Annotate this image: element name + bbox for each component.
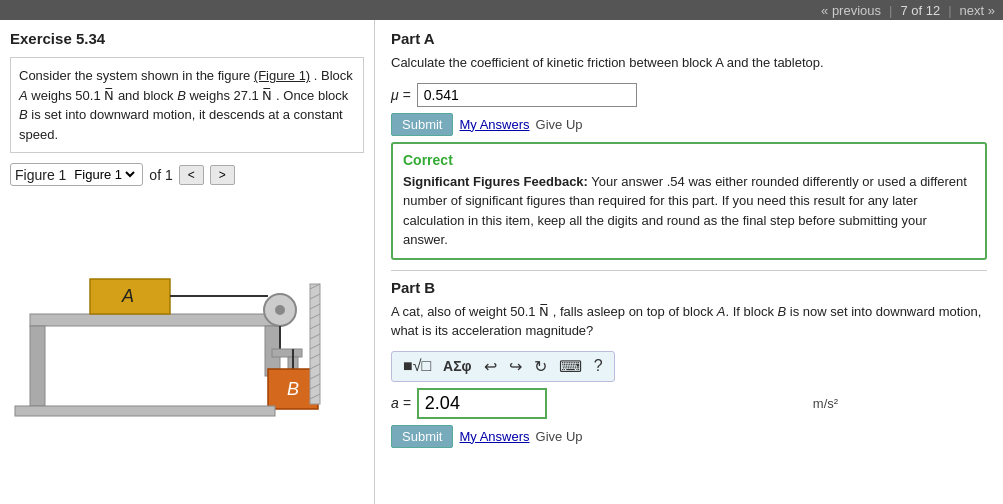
toolbar-text-icon[interactable]: ■√□ [400, 356, 434, 376]
figure-prev-button[interactable]: < [179, 165, 204, 185]
part-b-question: A cat, also of weight 50.1 N̅ , falls as… [391, 302, 987, 341]
top-nav: « previous | 7 of 12 | next » [0, 0, 1003, 20]
toolbar-greek-btn[interactable]: ΑΣφ [440, 357, 475, 375]
part-b-section: Part B A cat, also of weight 50.1 N̅ , f… [391, 279, 987, 448]
part-a-label: Part A [391, 30, 987, 47]
svg-text:A: A [121, 286, 134, 306]
part-a-my-answers-link[interactable]: My Answers [459, 117, 529, 132]
part-b-label: Part B [391, 279, 987, 296]
figure-link[interactable]: (Figure 1) [254, 68, 310, 83]
a-label: a = [391, 395, 411, 411]
part-a-submit-row: Submit My Answers Give Up [391, 113, 987, 136]
right-panel: Part A Calculate the coefficient of kine… [375, 20, 1003, 504]
next-link[interactable]: next » [960, 3, 995, 18]
toolbar-redo-btn[interactable]: ↪ [506, 356, 525, 377]
figure-illustration: A B [10, 194, 360, 434]
toolbar-help-btn[interactable]: ? [591, 356, 606, 376]
figure-label: Figure 1 [15, 167, 66, 183]
svg-rect-9 [272, 349, 302, 357]
part-b-answer-row: a = m/s² [391, 388, 987, 419]
svg-rect-28 [15, 406, 275, 416]
svg-text:B: B [287, 379, 299, 399]
correct-label: Correct [403, 152, 975, 168]
svg-point-7 [275, 305, 285, 315]
correct-feedback: Significant Figures Feedback: Your answe… [403, 172, 975, 250]
part-a-answer-row: μ = [391, 83, 987, 107]
toolbar-refresh-btn[interactable]: ↻ [531, 356, 550, 377]
figure-select-wrapper: Figure 1 Figure 1 [10, 163, 143, 186]
correct-box: Correct Significant Figures Feedback: Yo… [391, 142, 987, 260]
part-a-input[interactable] [417, 83, 637, 107]
part-b-toolbar: ■√□ ΑΣφ ↩ ↪ ↻ ⌨ ? [391, 351, 615, 382]
sep1: | [889, 3, 892, 18]
part-b-submit-button[interactable]: Submit [391, 425, 453, 448]
part-b-input[interactable] [417, 388, 547, 419]
part-a-question: Calculate the coefficient of kinetic fri… [391, 53, 987, 73]
unit-label: m/s² [813, 396, 838, 411]
part-a-submit-button[interactable]: Submit [391, 113, 453, 136]
page-info: 7 of 12 [900, 3, 940, 18]
svg-rect-0 [30, 314, 280, 326]
part-a-give-up[interactable]: Give Up [536, 117, 583, 132]
toolbar-undo-btn[interactable]: ↩ [481, 356, 500, 377]
part-b-my-answers-link[interactable]: My Answers [459, 429, 529, 444]
figure-select[interactable]: Figure 1 [70, 166, 138, 183]
figure-of-label: of 1 [149, 167, 172, 183]
part-b-give-up[interactable]: Give Up [536, 429, 583, 444]
figure-next-button[interactable]: > [210, 165, 235, 185]
part-a-section: Part A Calculate the coefficient of kine… [391, 30, 987, 260]
mu-label: μ = [391, 87, 411, 103]
sep2: | [948, 3, 951, 18]
feedback-bold: Significant Figures Feedback: [403, 174, 588, 189]
part-b-submit-row: Submit My Answers Give Up [391, 425, 987, 448]
divider [391, 270, 987, 271]
figure-svg: A B [10, 194, 365, 434]
exercise-title: Exercise 5.34 [10, 30, 364, 47]
previous-link[interactable]: « previous [821, 3, 881, 18]
left-panel: Exercise 5.34 Consider the system shown … [0, 20, 375, 504]
description-box: Consider the system shown in the figure … [10, 57, 364, 153]
toolbar-keyboard-btn[interactable]: ⌨ [556, 356, 585, 377]
figure-controls: Figure 1 Figure 1 of 1 < > [10, 163, 364, 186]
main-layout: Exercise 5.34 Consider the system shown … [0, 20, 1003, 504]
svg-rect-1 [30, 326, 45, 406]
